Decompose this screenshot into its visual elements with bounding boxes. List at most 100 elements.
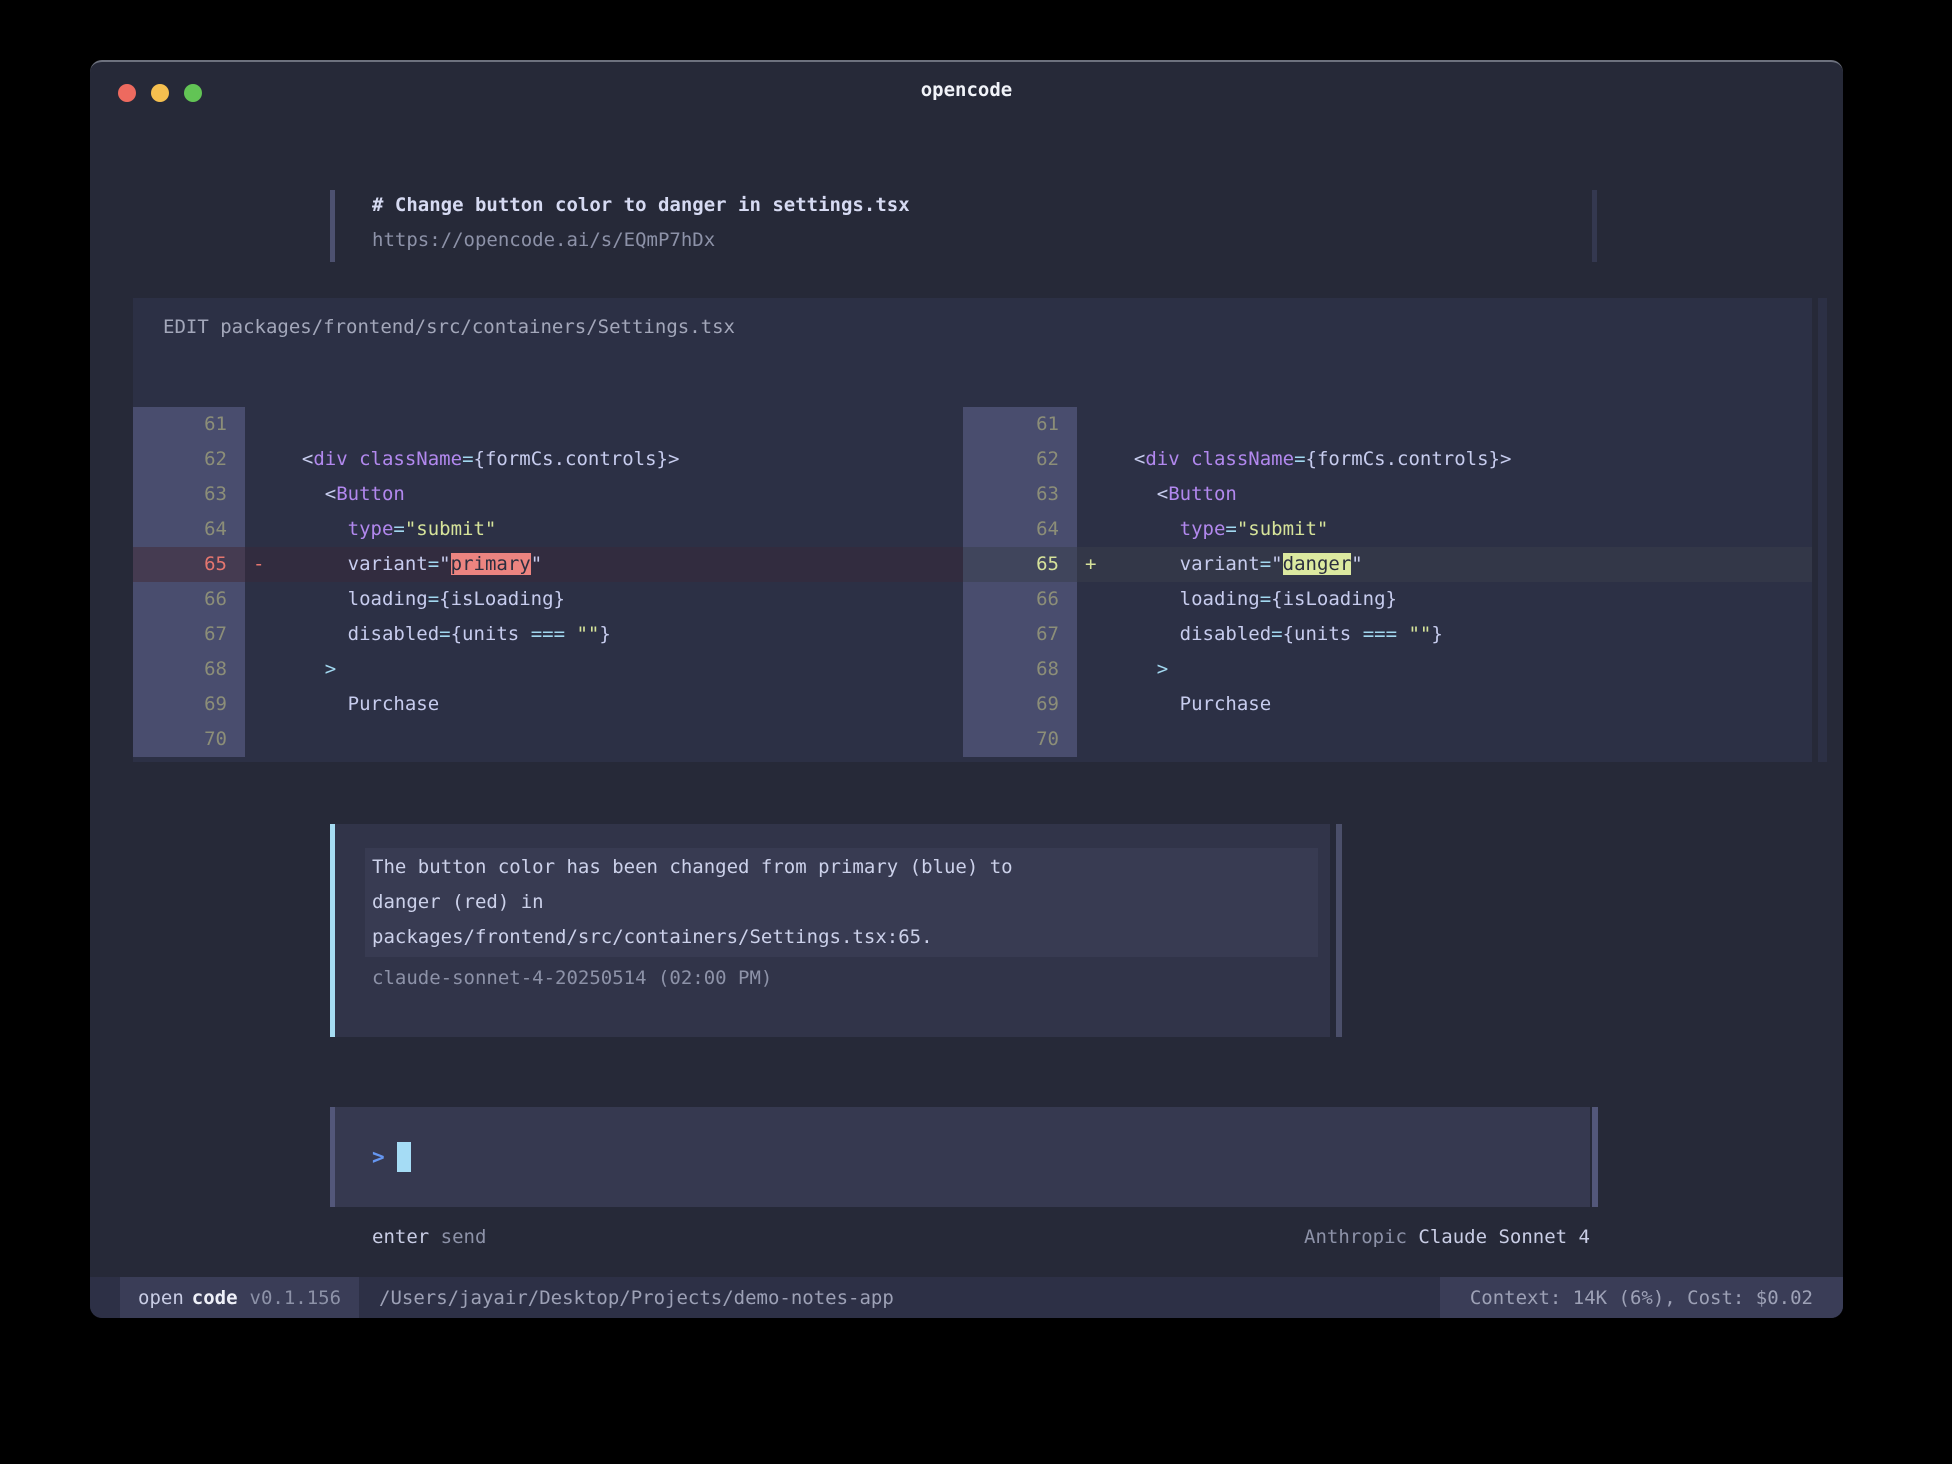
code-line: [1103, 407, 1812, 442]
diff-marker: [1077, 687, 1103, 722]
assistant-message-line: danger (red) in: [372, 885, 1318, 920]
code-line: >: [1103, 652, 1812, 687]
code-line: loading={isLoading}: [271, 582, 963, 617]
diff-marker: [245, 687, 271, 722]
footer-hints: enter send Anthropic Claude Sonnet 4: [330, 1220, 1598, 1255]
app-version-chip: opencode v0.1.156: [120, 1277, 359, 1318]
send-hint: enter send: [372, 1220, 486, 1255]
diff-row: 67 disabled={units === ""}: [963, 617, 1812, 652]
diff-row: 64 type="submit": [133, 512, 963, 547]
diff-marker: [1077, 722, 1103, 757]
code-line: type="submit": [271, 512, 963, 547]
diff-marker: [1077, 442, 1103, 477]
app-version: v0.1.156: [250, 1287, 342, 1309]
titlebar: opencode: [90, 62, 1843, 118]
code-line: loading={isLoading}: [1103, 582, 1812, 617]
line-number: 69: [963, 687, 1077, 722]
send-action-label: send: [441, 1226, 487, 1248]
diff-row: 66 loading={isLoading}: [133, 582, 963, 617]
line-number: 62: [133, 442, 245, 477]
app-name-code: code: [184, 1287, 238, 1309]
user-message-left-bar: [330, 190, 335, 262]
code-line: disabled={units === ""}: [271, 617, 963, 652]
edit-diff-panel: EDIT packages/frontend/src/containers/Se…: [133, 298, 1812, 762]
model-label: Claude Sonnet 4: [1418, 1226, 1590, 1248]
diff-row: 64 type="submit": [963, 512, 1812, 547]
line-number: 68: [133, 652, 245, 687]
app-name-open: open: [138, 1287, 184, 1309]
code-line: >: [271, 652, 963, 687]
diff-row: 63 <Button: [133, 477, 963, 512]
diff-marker: -: [245, 547, 271, 582]
diff-row: 68 >: [963, 652, 1812, 687]
edit-file-label: EDIT packages/frontend/src/containers/Se…: [163, 310, 735, 345]
line-number: 70: [133, 722, 245, 757]
prompt-input[interactable]: >: [335, 1107, 1590, 1207]
code-line: <Button: [1103, 477, 1812, 512]
diff-marker: [245, 582, 271, 617]
line-number: 66: [963, 582, 1077, 617]
diff-row: 69 Purchase: [963, 687, 1812, 722]
diff-marker: [245, 512, 271, 547]
diff-marker: [1077, 617, 1103, 652]
diff-marker: [1077, 407, 1103, 442]
code-line: [271, 722, 963, 757]
diff-marker: [245, 442, 271, 477]
line-number: 67: [133, 617, 245, 652]
diff-marker: [245, 722, 271, 757]
assistant-message-line: The button color has been changed from p…: [372, 850, 1318, 885]
assistant-message-box: The button color has been changed from p…: [335, 824, 1330, 1037]
provider-label: Anthropic: [1304, 1226, 1407, 1248]
diff-row: 69 Purchase: [133, 687, 963, 722]
user-message-right-bar: [1592, 190, 1597, 262]
model-indicator[interactable]: Anthropic Claude Sonnet 4: [1304, 1220, 1590, 1255]
line-number: 67: [963, 617, 1077, 652]
diff-row: 70: [133, 722, 963, 757]
diff-marker: [245, 652, 271, 687]
user-message-block: # Change button color to danger in setti…: [90, 188, 1843, 262]
diff-row: 67 disabled={units === ""}: [133, 617, 963, 652]
diff-marker: [245, 617, 271, 652]
line-number: 66: [133, 582, 245, 617]
user-message-heading: # Change button color to danger in setti…: [372, 188, 910, 223]
line-number: 63: [963, 477, 1077, 512]
diff-marker: [245, 477, 271, 512]
code-line: <div className={formCs.controls}>: [1103, 442, 1812, 477]
diff-row: 66 loading={isLoading}: [963, 582, 1812, 617]
line-number: 69: [133, 687, 245, 722]
enter-key-label: enter: [372, 1226, 429, 1248]
line-number: 65: [133, 547, 245, 582]
diff-marker: [1077, 652, 1103, 687]
prompt-input-right-bar: [1592, 1107, 1598, 1207]
line-number: 63: [133, 477, 245, 512]
diff-view: 61 62 <div className={formCs.controls}>6…: [133, 407, 1812, 757]
diff-marker: [1077, 582, 1103, 617]
share-link[interactable]: https://opencode.ai/s/EQmP7hDx: [372, 223, 715, 258]
assistant-message-right-bar: [1336, 824, 1342, 1037]
code-line: [271, 407, 963, 442]
diff-marker: [245, 407, 271, 442]
diff-row: 62 <div className={formCs.controls}>: [963, 442, 1812, 477]
assistant-message-line: packages/frontend/src/containers/Setting…: [372, 920, 1318, 955]
code-line: <div className={formCs.controls}>: [271, 442, 963, 477]
context-cost-chip: Context: 14K (6%), Cost: $0.02: [1440, 1277, 1843, 1318]
diff-marker: [1077, 512, 1103, 547]
diff-scrollbar-track[interactable]: [1818, 298, 1827, 762]
line-number: 70: [963, 722, 1077, 757]
window-title: opencode: [90, 79, 1843, 101]
diff-row: 62 <div className={formCs.controls}>: [133, 442, 963, 477]
status-spacer: [894, 1277, 1440, 1318]
assistant-message-block: The button color has been changed from p…: [330, 824, 1342, 1037]
diff-row: 63 <Button: [963, 477, 1812, 512]
diff-marker: [1077, 477, 1103, 512]
code-line: [1103, 722, 1812, 757]
status-bar: opencodev0.1.156 /Users/jayair/Desktop/P…: [90, 1277, 1843, 1318]
code-line: variant="danger": [1103, 547, 1812, 582]
line-number: 64: [963, 512, 1077, 547]
code-line: Purchase: [1103, 687, 1812, 722]
prompt-symbol: >: [372, 1145, 385, 1169]
diff-pane-after: 61 62 <div className={formCs.controls}>6…: [963, 407, 1812, 757]
line-number: 61: [133, 407, 245, 442]
line-number: 65: [963, 547, 1077, 582]
diff-row: 65- variant="primary": [133, 547, 963, 582]
